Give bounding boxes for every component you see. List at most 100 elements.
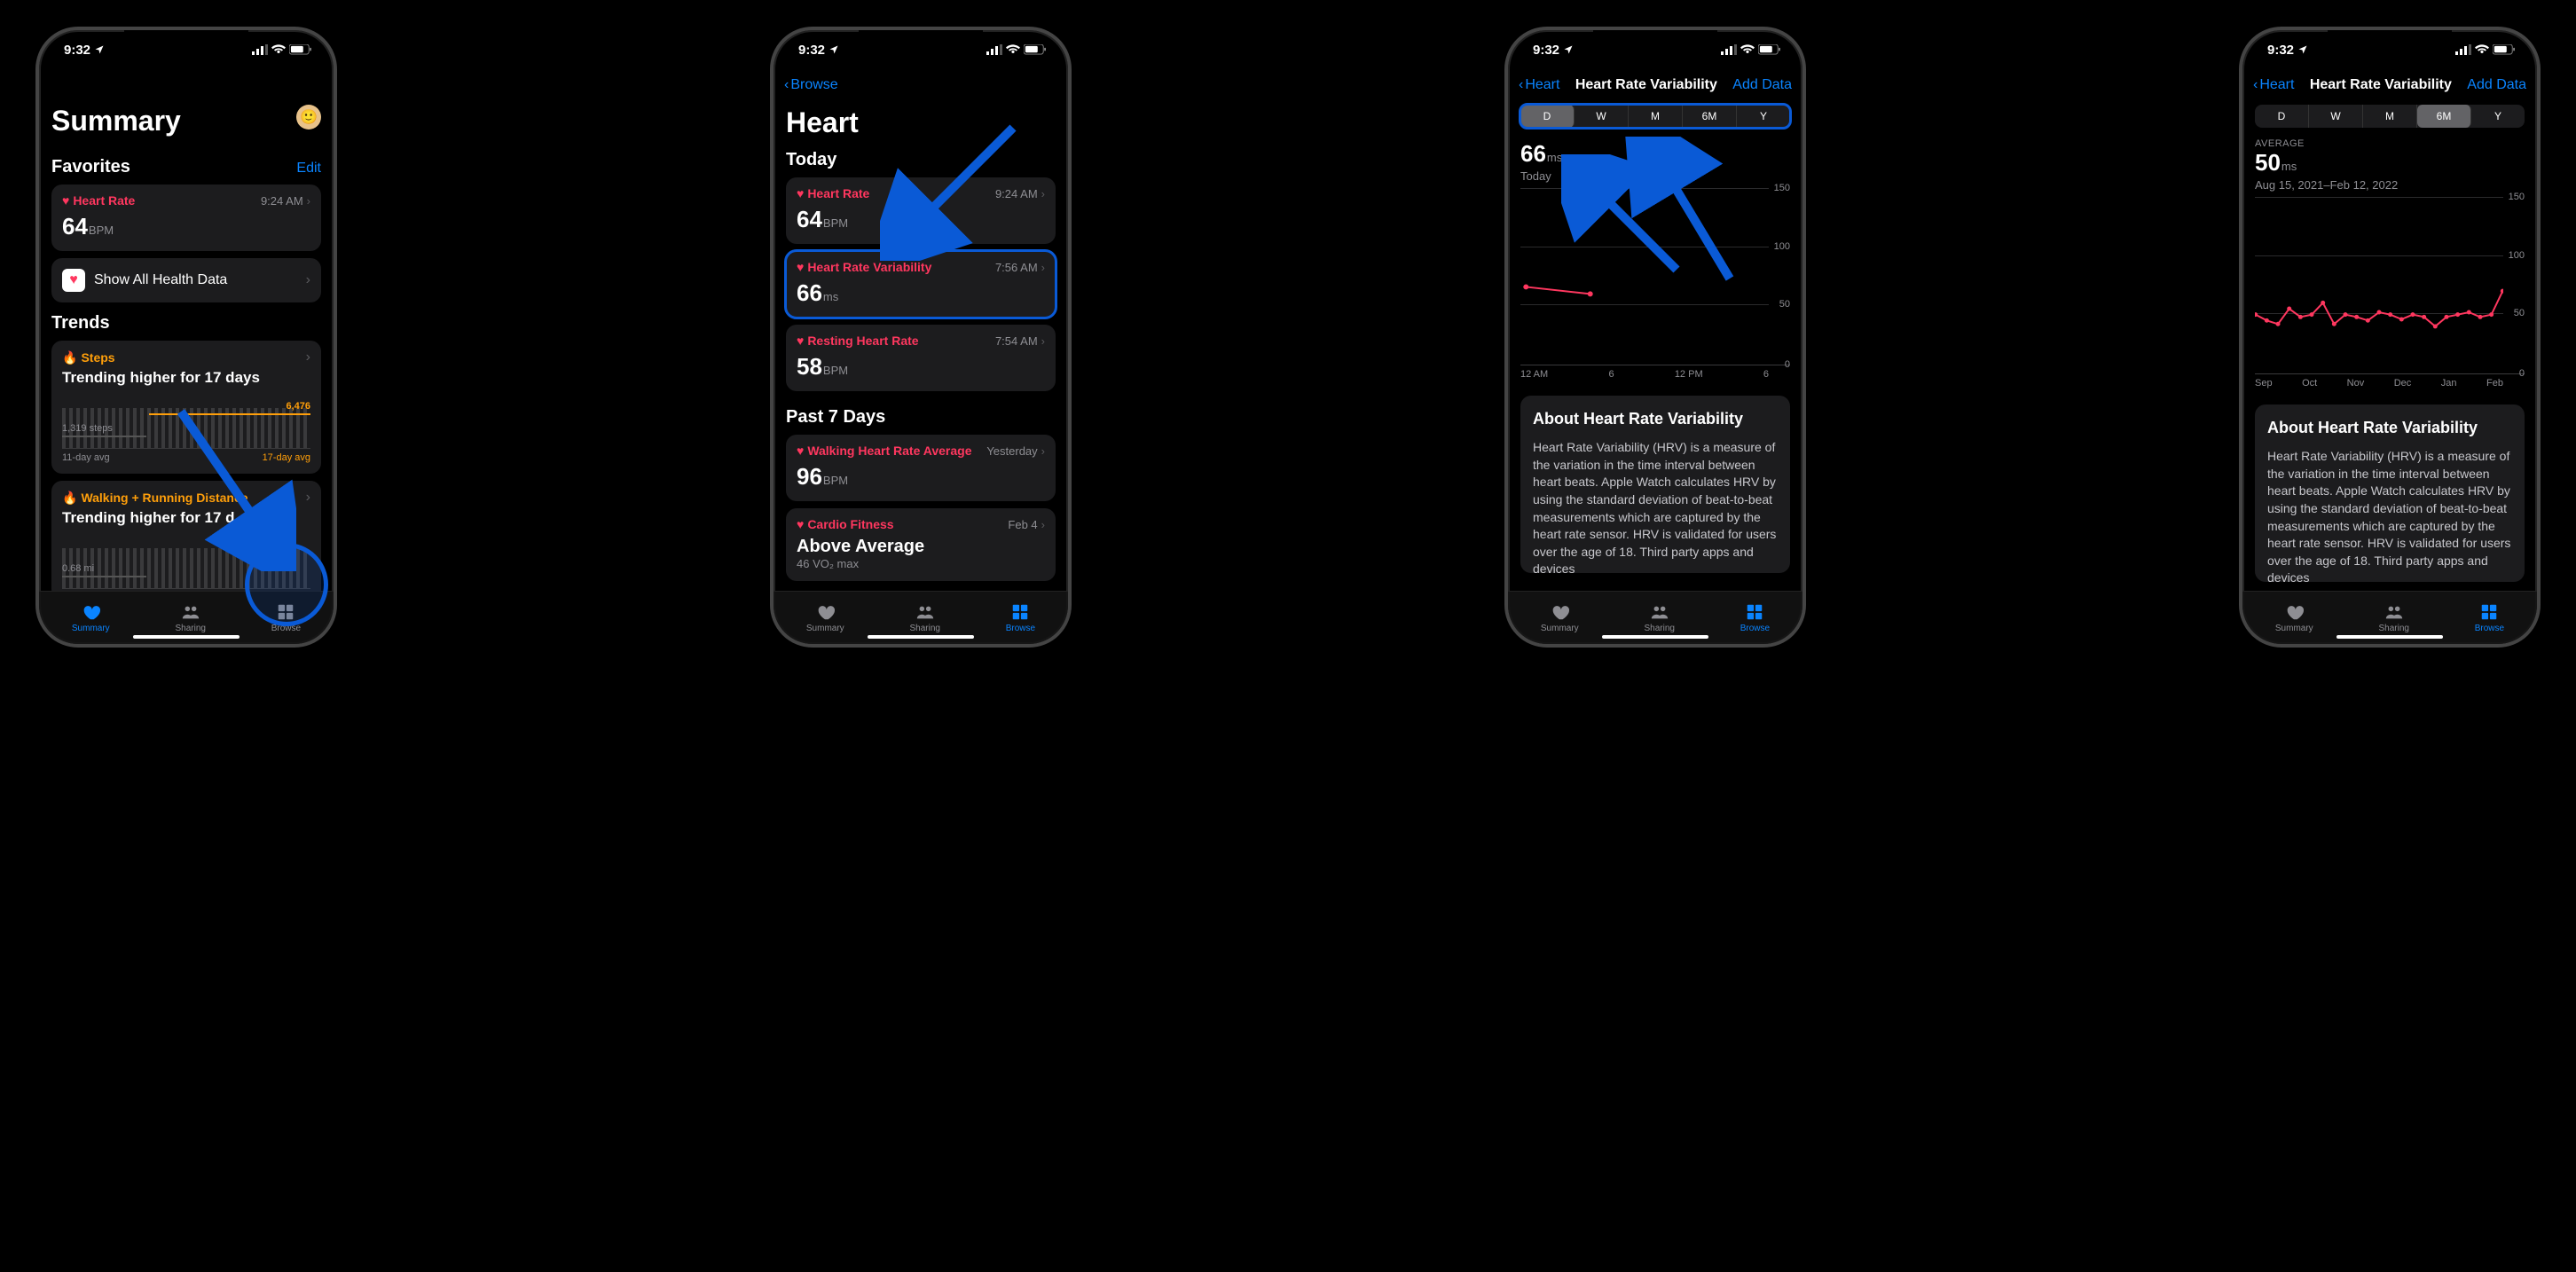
card-value: 96	[797, 463, 822, 490]
past-header: Past 7 Days	[786, 407, 885, 428]
cell-icon	[986, 44, 1002, 55]
card-walking-hr-avg[interactable]: ♥Walking Heart Rate AverageYesterday› 96…	[786, 435, 1056, 501]
wifi-icon	[2475, 44, 2489, 55]
edit-button[interactable]: Edit	[296, 161, 321, 177]
card-trend-steps[interactable]: 🔥Steps › Trending higher for 17 days 11-…	[51, 341, 321, 474]
seg-M[interactable]: M	[1629, 105, 1683, 128]
notch	[1593, 30, 1717, 55]
tab-browse[interactable]: Browse	[2475, 602, 2504, 633]
health-icon: ♥	[62, 269, 85, 292]
chevron-icon: ›	[1041, 444, 1045, 458]
date-range: Aug 15, 2021–Feb 12, 2022	[2255, 178, 2525, 192]
card-value: 64	[62, 213, 88, 239]
card-cardio-fitness[interactable]: ♥Cardio FitnessFeb 4› Above Average 46 V…	[786, 508, 1056, 581]
seg-6M[interactable]: 6M	[1683, 105, 1737, 128]
hrv-unit: ms	[2281, 160, 2297, 173]
notch	[2328, 30, 2452, 55]
seg-D[interactable]: D	[2255, 105, 2309, 128]
card-title: Resting Heart Rate	[807, 334, 918, 348]
wifi-icon	[1740, 44, 1755, 55]
seg-W[interactable]: W	[1575, 105, 1629, 128]
page-title: Summary	[51, 105, 181, 137]
seg-Y[interactable]: Y	[2471, 105, 2525, 128]
card-heart-rate-variability[interactable]: ♥Heart Rate Variability7:56 AM› 66ms	[786, 251, 1056, 318]
chevron-icon: ›	[306, 349, 310, 365]
tab-browse[interactable]: Browse	[1006, 602, 1035, 633]
y-label: 0	[1785, 359, 1790, 370]
tab-sharing[interactable]: Sharing	[175, 602, 205, 633]
avatar[interactable]: 🙂	[296, 105, 321, 130]
tab-summary[interactable]: Summary	[1541, 602, 1579, 633]
show-all-health-data[interactable]: ♥ Show All Health Data ›	[51, 258, 321, 302]
battery-icon	[2493, 44, 2516, 55]
heart-icon: ♥	[797, 260, 804, 274]
back-button[interactable]: ‹Heart	[1519, 77, 1559, 93]
y-label: 100	[2509, 250, 2525, 261]
back-button[interactable]: ‹Browse	[784, 77, 838, 93]
card-unit: BPM	[89, 224, 114, 237]
seg-W[interactable]: W	[2309, 105, 2363, 128]
tab-sharing[interactable]: Sharing	[2378, 602, 2408, 633]
card-time: 9:24 AM	[995, 187, 1038, 200]
tab-browse[interactable]: Browse	[271, 602, 301, 633]
chevron-icon: ›	[307, 194, 310, 208]
trend-high-line	[149, 413, 310, 415]
seg-D[interactable]: D	[1520, 105, 1575, 128]
tab-sharing[interactable]: Sharing	[909, 602, 939, 633]
home-indicator[interactable]	[1602, 635, 1708, 639]
y-label: 0	[2519, 368, 2525, 379]
card-heart-rate[interactable]: ♥Heart Rate 9:24 AM› 64BPM	[51, 185, 321, 251]
back-button[interactable]: ‹Heart	[2253, 77, 2294, 93]
back-label: Browse	[790, 77, 837, 93]
tab-summary[interactable]: Summary	[806, 602, 844, 633]
home-indicator[interactable]	[133, 635, 240, 639]
seg-Y[interactable]: Y	[1737, 105, 1790, 128]
card-time: 7:56 AM	[995, 261, 1038, 274]
add-data-button[interactable]: Add Data	[1732, 77, 1792, 93]
trend-headline: Trending higher for 17 days	[62, 369, 310, 387]
heart-icon: ♥	[797, 334, 804, 348]
hrv-chart[interactable]: 150 100 50 0	[1520, 188, 1790, 365]
nav-bar: ‹Browse	[774, 69, 1068, 101]
card-time: Yesterday	[986, 444, 1037, 458]
chart-svg	[1520, 188, 1769, 365]
heart-icon: ♥	[797, 444, 804, 458]
hrv-chart[interactable]: 150 100 50 0	[2255, 197, 2525, 374]
hrv-subtitle: Today	[1520, 169, 1790, 183]
tab-browse[interactable]: Browse	[1740, 602, 1770, 633]
cell-icon	[1721, 44, 1737, 55]
chevron-left-icon: ‹	[784, 77, 789, 93]
trend-chart	[62, 536, 310, 589]
wifi-icon	[271, 44, 286, 55]
x-label: 12 PM	[1675, 369, 1703, 380]
location-icon	[829, 44, 839, 55]
seg-M[interactable]: M	[2363, 105, 2417, 128]
status-time: 9:32	[64, 43, 90, 58]
flame-icon: 🔥	[62, 491, 77, 506]
card-resting-heart-rate[interactable]: ♥Resting Heart Rate7:54 AM› 58BPM	[786, 325, 1056, 391]
location-icon	[94, 44, 105, 55]
tab-summary[interactable]: Summary	[2275, 602, 2313, 633]
card-title: Steps	[81, 350, 114, 365]
seg-6M[interactable]: 6M	[2417, 105, 2471, 128]
time-range-segmented[interactable]: DWM6MY	[2255, 105, 2525, 128]
card-time: 9:24 AM	[261, 194, 303, 208]
time-range-segmented[interactable]: DWM6MY	[1520, 105, 1790, 128]
add-data-button[interactable]: Add Data	[2467, 77, 2526, 93]
battery-icon	[1758, 44, 1781, 55]
y-label: 150	[1774, 183, 1790, 193]
tab-summary[interactable]: Summary	[72, 602, 110, 633]
home-indicator[interactable]	[2336, 635, 2443, 639]
trend-base-line	[62, 436, 146, 437]
tab-sharing[interactable]: Sharing	[1644, 602, 1674, 633]
home-indicator[interactable]	[868, 635, 974, 639]
card-heart-rate[interactable]: ♥Heart Rate9:24 AM› 64BPM	[786, 177, 1056, 244]
card-trend-walking[interactable]: 🔥Walking + Running Distance › Trending h…	[51, 481, 321, 591]
cell-icon	[252, 44, 268, 55]
tab-label: Summary	[2275, 624, 2313, 633]
back-label: Heart	[1525, 77, 1559, 93]
chart-svg	[2255, 197, 2503, 373]
notch	[124, 30, 248, 55]
status-right	[252, 44, 312, 55]
today-header: Today	[786, 150, 836, 170]
